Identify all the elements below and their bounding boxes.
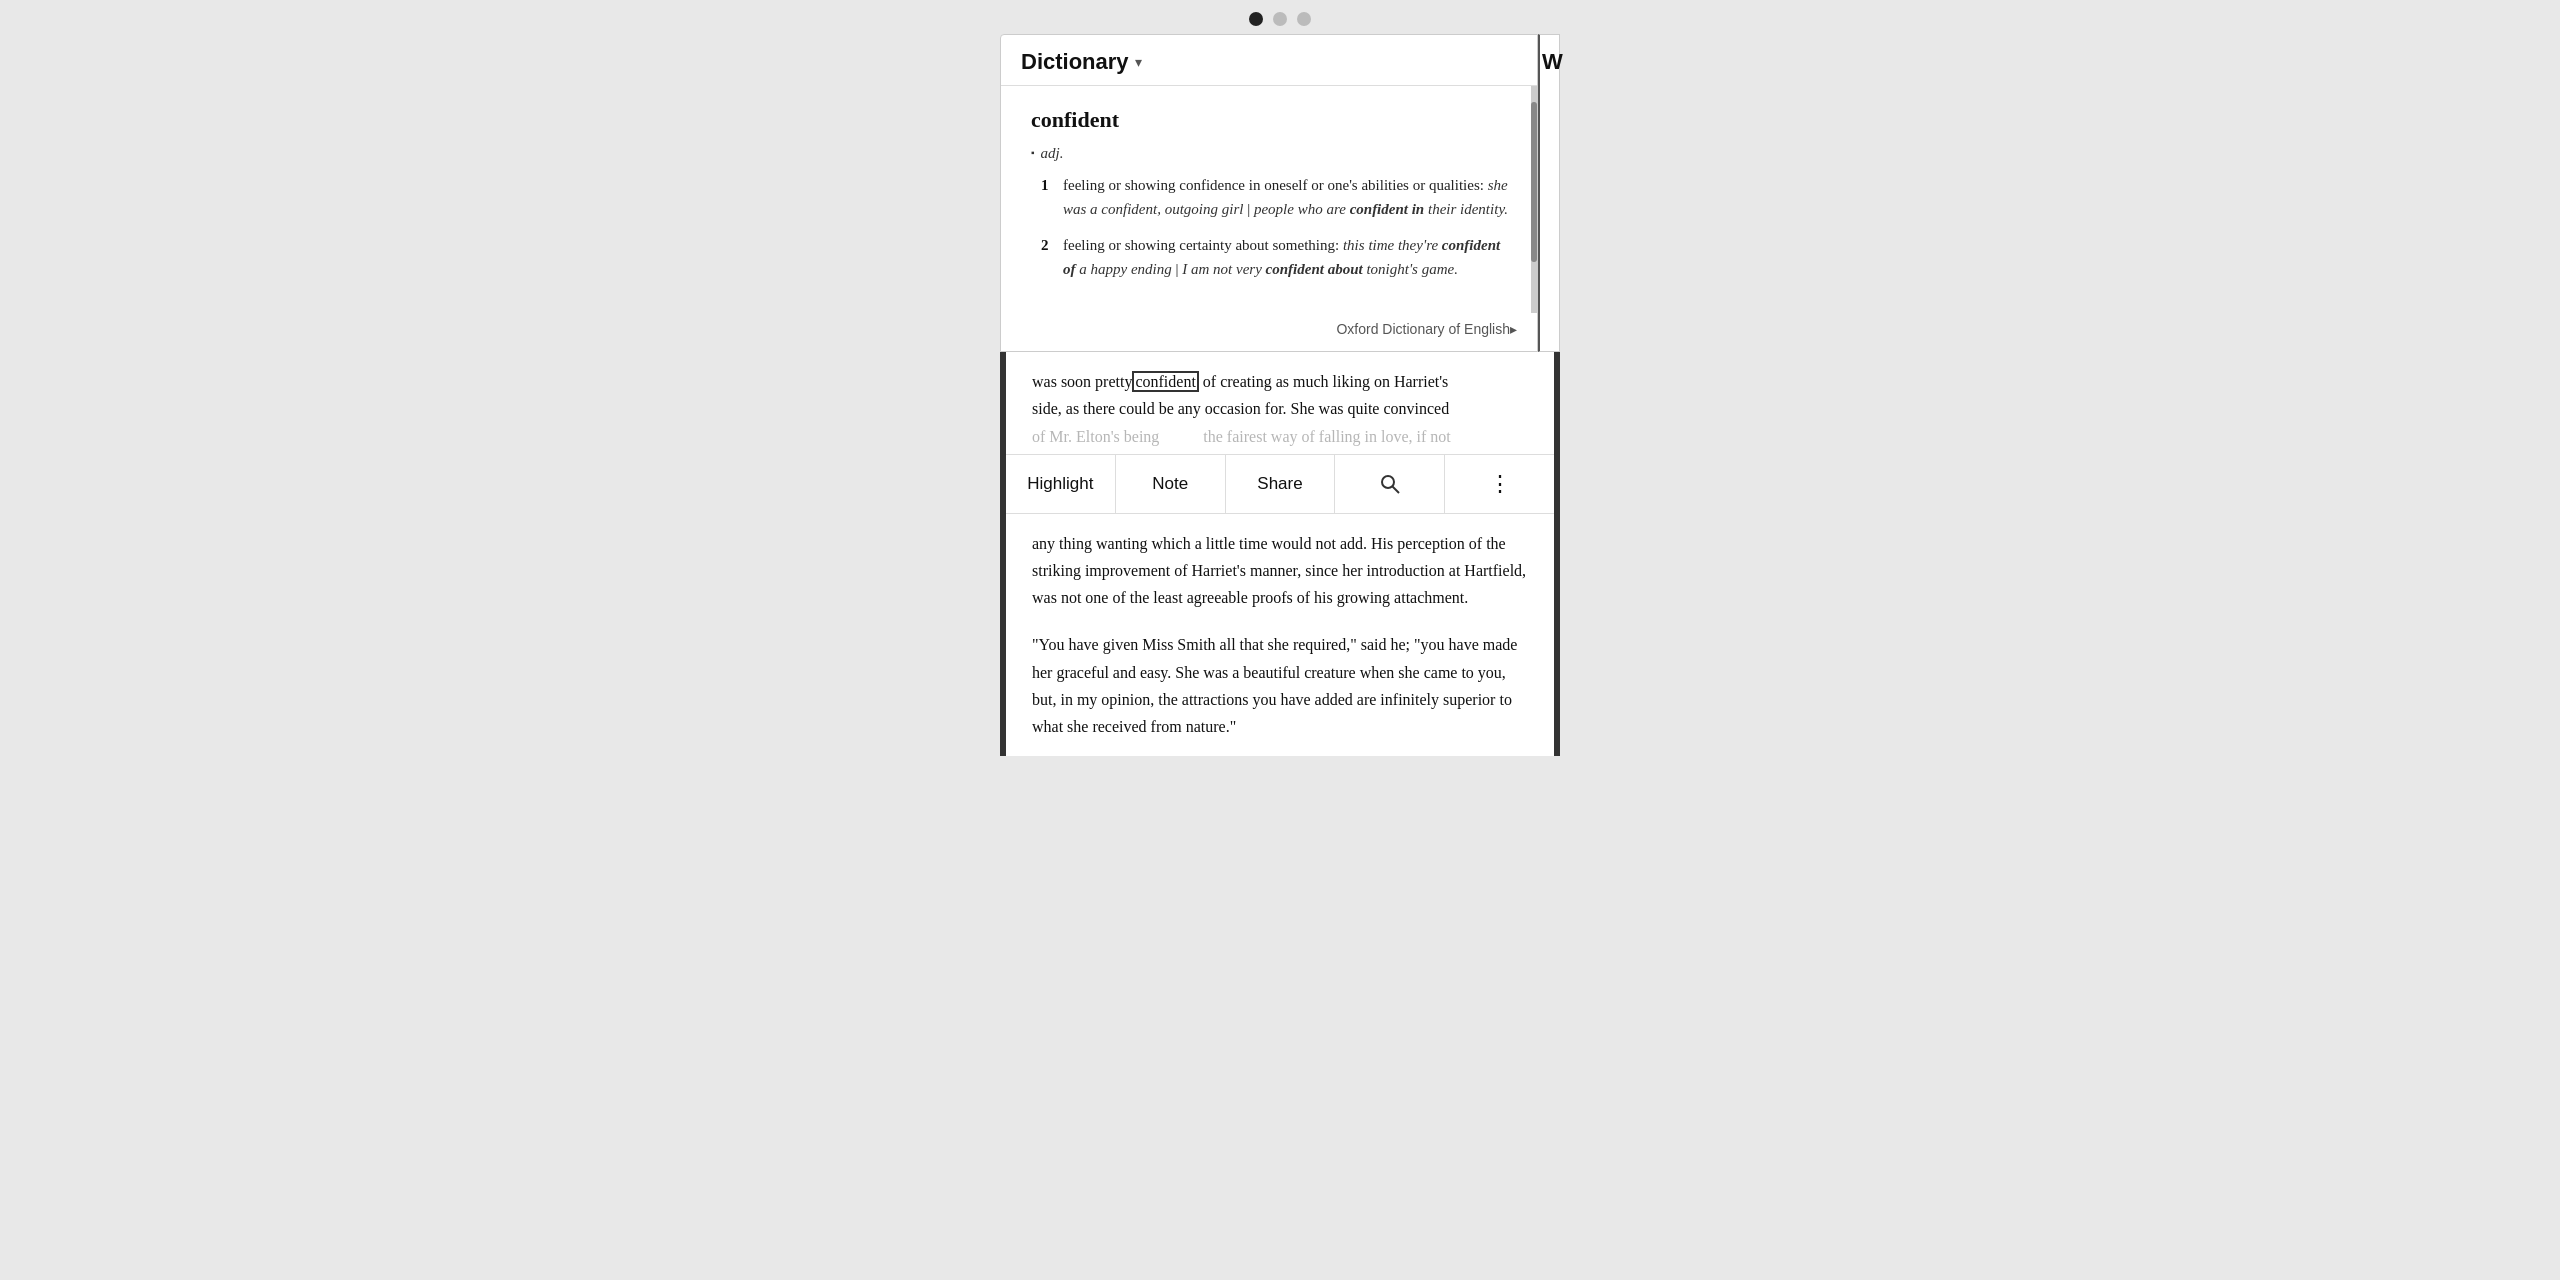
dictionary-panel: Dictionary ▾ confident adj. 1 fee <box>1000 34 1538 352</box>
book-text-top: was soon prettyconfident of creating as … <box>1006 352 1554 756</box>
text-before-selected: was soon pretty <box>1032 373 1132 390</box>
dot-3[interactable] <box>1297 12 1311 26</box>
dictionary-body: confident adj. 1 feeling or showing conf… <box>1001 86 1531 313</box>
highlight-button[interactable]: Highlight <box>1006 455 1116 513</box>
text-line3-faded: of Mr. Elton's being the fairest way of … <box>1032 428 1451 445</box>
dict-word: confident <box>1031 102 1511 137</box>
more-icon: ⋮ <box>1489 473 1511 495</box>
dictionary-scrollbar[interactable] <box>1531 86 1537 313</box>
def-text-1: feeling or showing confidence in oneself… <box>1063 173 1511 221</box>
dict-def-1: 1 feeling or showing confidence in onese… <box>1041 173 1511 221</box>
dictionary-footer[interactable]: Oxford Dictionary of English▸ <box>1001 313 1537 351</box>
dot-2[interactable] <box>1273 12 1287 26</box>
def-num-2: 2 <box>1041 233 1055 281</box>
dot-1[interactable] <box>1249 12 1263 26</box>
dots-bar <box>1000 0 1560 34</box>
more-button[interactable]: ⋮ <box>1445 455 1554 513</box>
svg-line-1 <box>1392 486 1399 493</box>
dictionary-caret-icon[interactable]: ▾ <box>1135 54 1142 71</box>
share-button[interactable]: Share <box>1226 455 1336 513</box>
book-paragraph-top: was soon prettyconfident of creating as … <box>1006 352 1554 454</box>
dict-pos: adj. <box>1031 141 1511 165</box>
def-num-1: 1 <box>1041 173 1055 221</box>
dictionary-header: Dictionary ▾ <box>1001 35 1537 86</box>
scrollbar-thumb <box>1531 102 1537 262</box>
oxford-dict-link[interactable]: Oxford Dictionary of English▸ <box>1336 321 1517 337</box>
search-button[interactable] <box>1335 455 1445 513</box>
right-panel-partial: W <box>1538 34 1560 352</box>
text-section: was soon prettyconfident of creating as … <box>1000 352 1560 756</box>
note-button[interactable]: Note <box>1116 455 1226 513</box>
book-paragraph-1: any thing wanting which a little time wo… <box>1032 530 1528 612</box>
book-paragraph-2: "You have given Miss Smith all that she … <box>1032 631 1528 740</box>
book-text-bottom: any thing wanting which a little time wo… <box>1006 514 1554 756</box>
action-toolbar: Highlight Note Share ⋮ <box>1006 454 1554 514</box>
svg-point-0 <box>1382 476 1394 488</box>
right-edge-bar <box>1554 352 1560 756</box>
dictionary-title: Dictionary <box>1021 49 1129 75</box>
text-after-selected: of creating as much liking on Harriet's <box>1199 373 1448 390</box>
search-icon <box>1379 473 1401 495</box>
dict-def-2: 2 feeling or showing certainty about som… <box>1041 233 1511 281</box>
def-text-2: feeling or showing certainty about somet… <box>1063 233 1511 281</box>
dict-definitions: 1 feeling or showing confidence in onese… <box>1031 173 1511 281</box>
selected-word: confident <box>1132 371 1198 392</box>
text-line2: side, as there could be any occasion for… <box>1032 400 1449 417</box>
right-panel-letter: W <box>1540 35 1559 89</box>
